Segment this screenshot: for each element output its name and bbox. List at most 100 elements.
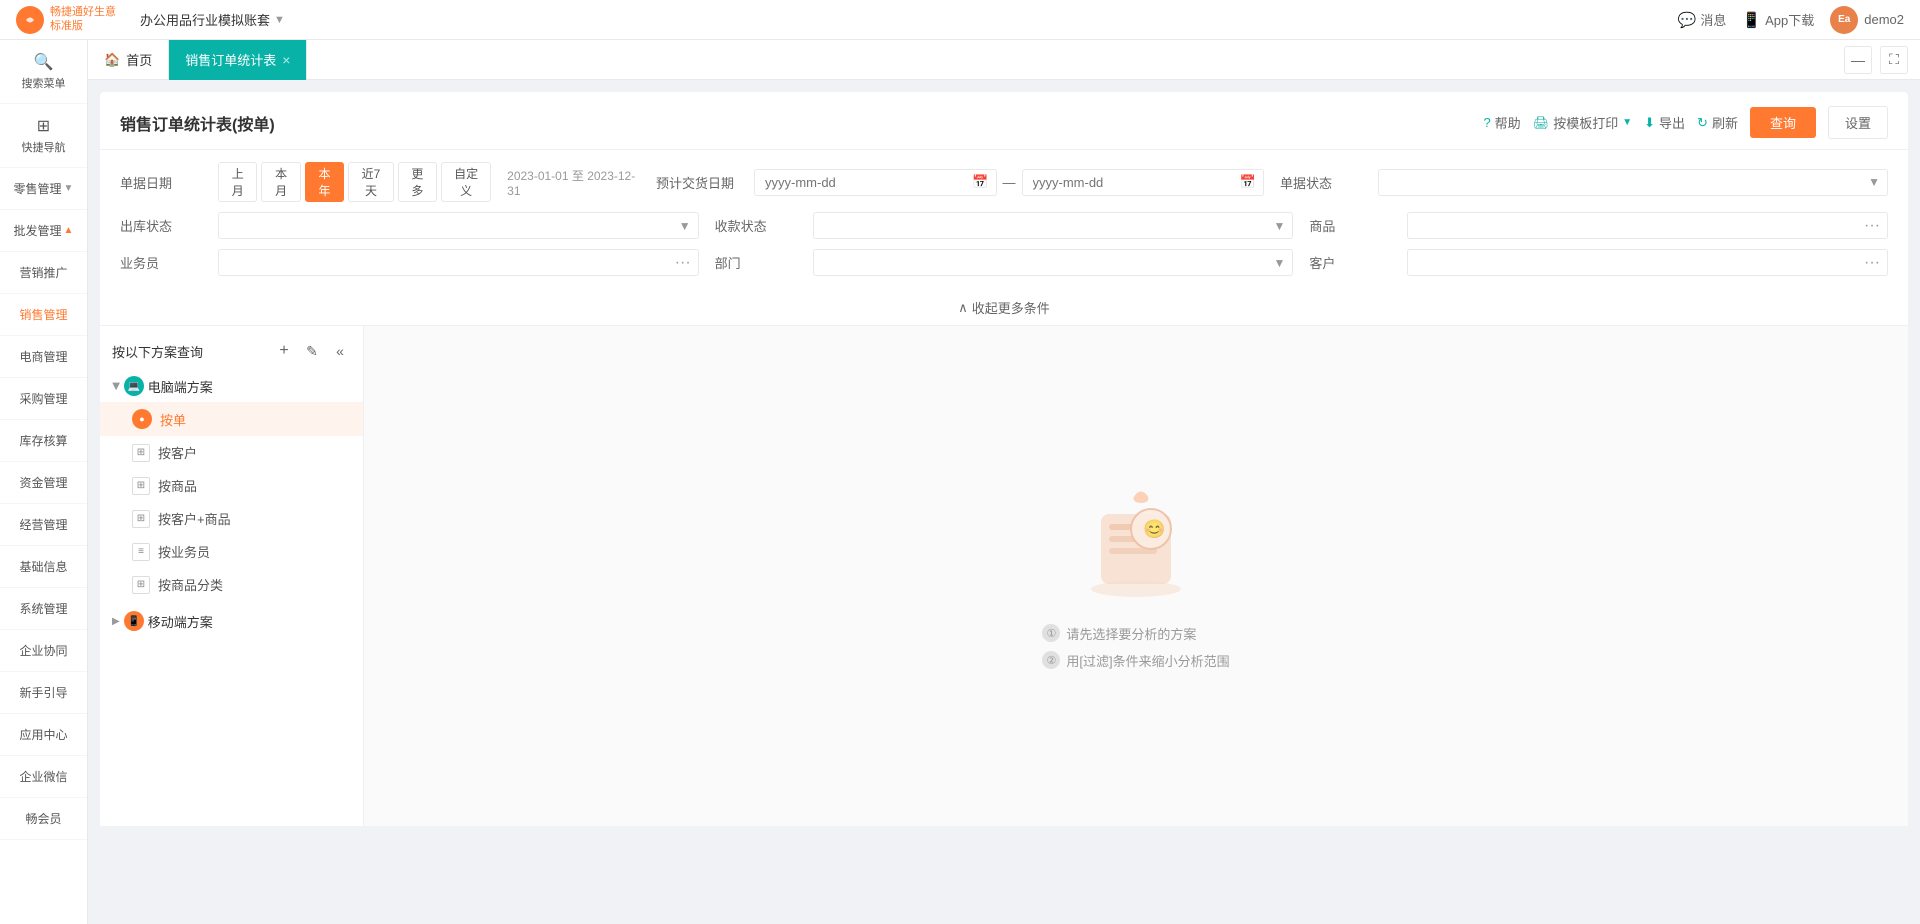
tab-bar-actions: — ⛶ [1844, 46, 1920, 74]
sidebar-item-inventory[interactable]: 库存核算 [0, 420, 87, 462]
date-btn-custom[interactable]: 自定义 [441, 162, 491, 202]
tab-minimize-btn[interactable]: — [1844, 46, 1872, 74]
goods-more-icon[interactable]: ··· [1860, 217, 1884, 235]
print-btn[interactable]: 🖨 按模板打印 ▼ [1533, 113, 1632, 132]
page-header-actions: ? 帮助 🖨 按模板打印 ▼ ⬇ 导出 ↻ [1483, 106, 1888, 139]
date-separator: — [1003, 175, 1016, 190]
chevron-up-icon: ▲ [64, 225, 74, 236]
newbie-label: 新手引导 [19, 684, 67, 701]
user-profile[interactable]: Ea demo2 [1830, 6, 1904, 34]
print-icon: 🖨 [1533, 115, 1550, 131]
query-button[interactable]: 查询 [1750, 107, 1816, 138]
scheme-group-pc-label: 电脑端方案 [148, 377, 213, 396]
scheme-item-by-order[interactable]: ● 按单 [100, 402, 363, 436]
settings-button[interactable]: 设置 [1828, 106, 1888, 139]
print-dropdown-icon: ▼ [1622, 117, 1632, 128]
scheme-mobile-icon: 📱 [124, 611, 144, 631]
filter-row-3: 业务员 ··· 部门 [120, 249, 1888, 276]
department-select[interactable] [813, 249, 1294, 276]
tab-bar: 🏠 首页 销售订单统计表 × — ⛶ [88, 40, 1920, 80]
scheme-collapse-btn[interactable]: « [329, 340, 351, 362]
goods-label: 商品 [1309, 216, 1399, 235]
sidebar-item-sales[interactable]: 销售管理 [0, 294, 87, 336]
customer-more-icon[interactable]: ··· [1860, 254, 1884, 272]
sidebar-item-system[interactable]: 系统管理 [0, 588, 87, 630]
sidebar-item-operations[interactable]: 经营管理 [0, 504, 87, 546]
out-status-select-wrapper: ▼ [218, 212, 699, 239]
collapse-btn[interactable]: ∧ 收起更多条件 [958, 298, 1050, 317]
sidebar-item-finance[interactable]: 资金管理 [0, 462, 87, 504]
expected-date-range: 📅 — 📅 [754, 169, 1264, 196]
sidebar-item-appcenter[interactable]: 应用中心 [0, 714, 87, 756]
payment-status-select-wrapper: ▼ [813, 212, 1294, 239]
tab-close-icon[interactable]: × [282, 52, 290, 68]
sidebar-item-purchase[interactable]: 采购管理 [0, 378, 87, 420]
date-btn-more[interactable]: 更多 [398, 162, 437, 202]
goods-input[interactable] [1407, 212, 1888, 239]
empty-illustration: 😊 [1071, 474, 1201, 604]
sidebar-item-newbie[interactable]: 新手引导 [0, 672, 87, 714]
out-status-label: 出库状态 [120, 216, 210, 235]
message-btn[interactable]: 💬 消息 [1678, 10, 1727, 29]
logo-area: 畅捷通好生意 标准版 [16, 6, 116, 34]
expected-date-start[interactable] [754, 169, 997, 196]
scheme-grid-icon: ⊞ [132, 444, 150, 462]
scheme-edit-btn[interactable]: ✎ [301, 340, 323, 362]
tab-sales-stats[interactable]: 销售订单统计表 × [169, 40, 307, 80]
date-btn-last7[interactable]: 近7天 [348, 162, 393, 202]
sidebar-item-wechat[interactable]: 企业微信 [0, 756, 87, 798]
payment-status-label: 收款状态 [715, 216, 805, 235]
expected-date-end[interactable] [1022, 169, 1265, 196]
finance-label: 资金管理 [19, 474, 67, 491]
sidebar-item-membership[interactable]: 畅会员 [0, 798, 87, 840]
scheme-item-by-customer[interactable]: ⊞ 按客户 [100, 436, 363, 469]
scheme-group-mobile-header[interactable]: ▶ 📱 移动端方案 [100, 605, 363, 637]
breadcrumb[interactable]: 办公用品行业模拟账套 ▼ [140, 10, 285, 29]
tab-home[interactable]: 🏠 首页 [88, 40, 169, 80]
scheme-group-pc-header[interactable]: ▶ 💻 电脑端方案 [100, 370, 363, 402]
date-btn-this-month[interactable]: 本月 [261, 162, 300, 202]
sidebar-item-label: 快捷导航 [22, 139, 66, 155]
sidebar-item-wholesale[interactable]: 批发管理 ▲ [0, 210, 87, 252]
salesperson-more-icon[interactable]: ··· [671, 254, 695, 272]
scheme-item-by-goods-category[interactable]: ⊞ 按商品分类 [100, 568, 363, 601]
date-btn-this-year[interactable]: 本年 [305, 162, 344, 202]
sidebar-item-search[interactable]: 🔍 搜索菜单 [0, 40, 87, 104]
sidebar-item-retail[interactable]: 零售管理 ▼ [0, 168, 87, 210]
marketing-label: 营销推广 [19, 264, 67, 281]
message-icon: 💬 [1678, 11, 1697, 29]
collapse-row: ∧ 收起更多条件 [120, 286, 1888, 325]
customer-input[interactable] [1407, 249, 1888, 276]
help-btn[interactable]: ? 帮助 [1483, 113, 1520, 132]
sidebar-item-ecommerce[interactable]: 电商管理 [0, 336, 87, 378]
scheme-grid2-icon: ⊞ [132, 477, 150, 495]
wholesale-label: 批发管理 [14, 222, 62, 239]
payment-status-select[interactable] [813, 212, 1294, 239]
export-btn[interactable]: ⬇ 导出 [1644, 113, 1685, 132]
scheme-item-by-salesperson[interactable]: ≡ 按业务员 [100, 535, 363, 568]
out-status-select[interactable] [218, 212, 699, 239]
date-quick-btns: 上月 本月 本年 近7天 更多 自定义 [218, 162, 491, 202]
date-range-display: 2023-01-01 至 2023-12-31 [507, 167, 640, 198]
breadcrumb-arrow-icon: ▼ [274, 14, 285, 26]
scheme-group-mobile-arrow-icon: ▶ [112, 616, 120, 627]
refresh-icon: ↻ [1697, 115, 1708, 131]
operations-label: 经营管理 [19, 516, 67, 533]
date-btn-last-month[interactable]: 上月 [218, 162, 257, 202]
sidebar-item-basic[interactable]: 基础信息 [0, 546, 87, 588]
home-icon: 🏠 [104, 52, 120, 68]
refresh-btn[interactable]: ↻ 刷新 [1697, 113, 1738, 132]
salesperson-input[interactable] [218, 249, 699, 276]
scheme-item-by-goods[interactable]: ⊞ 按商品 [100, 469, 363, 502]
bill-status-select[interactable] [1378, 169, 1888, 196]
app-download-btn[interactable]: 📱 App下载 [1742, 10, 1814, 29]
scheme-item-by-customer-goods[interactable]: ⊞ 按客户+商品 [100, 502, 363, 535]
sidebar-item-marketing[interactable]: 营销推广 [0, 252, 87, 294]
scheme-add-btn[interactable]: + [273, 340, 295, 362]
sidebar-item-enterprise[interactable]: 企业协同 [0, 630, 87, 672]
ecommerce-label: 电商管理 [19, 348, 67, 365]
tab-maximize-btn[interactable]: ⛶ [1880, 46, 1908, 74]
scheme-group-mobile: ▶ 📱 移动端方案 [100, 605, 363, 637]
content-area: 🏠 首页 销售订单统计表 × — ⛶ 销售订单统计表(按单) ? [88, 40, 1920, 924]
sidebar-item-quick-nav[interactable]: ⊞ 快捷导航 [0, 104, 87, 168]
